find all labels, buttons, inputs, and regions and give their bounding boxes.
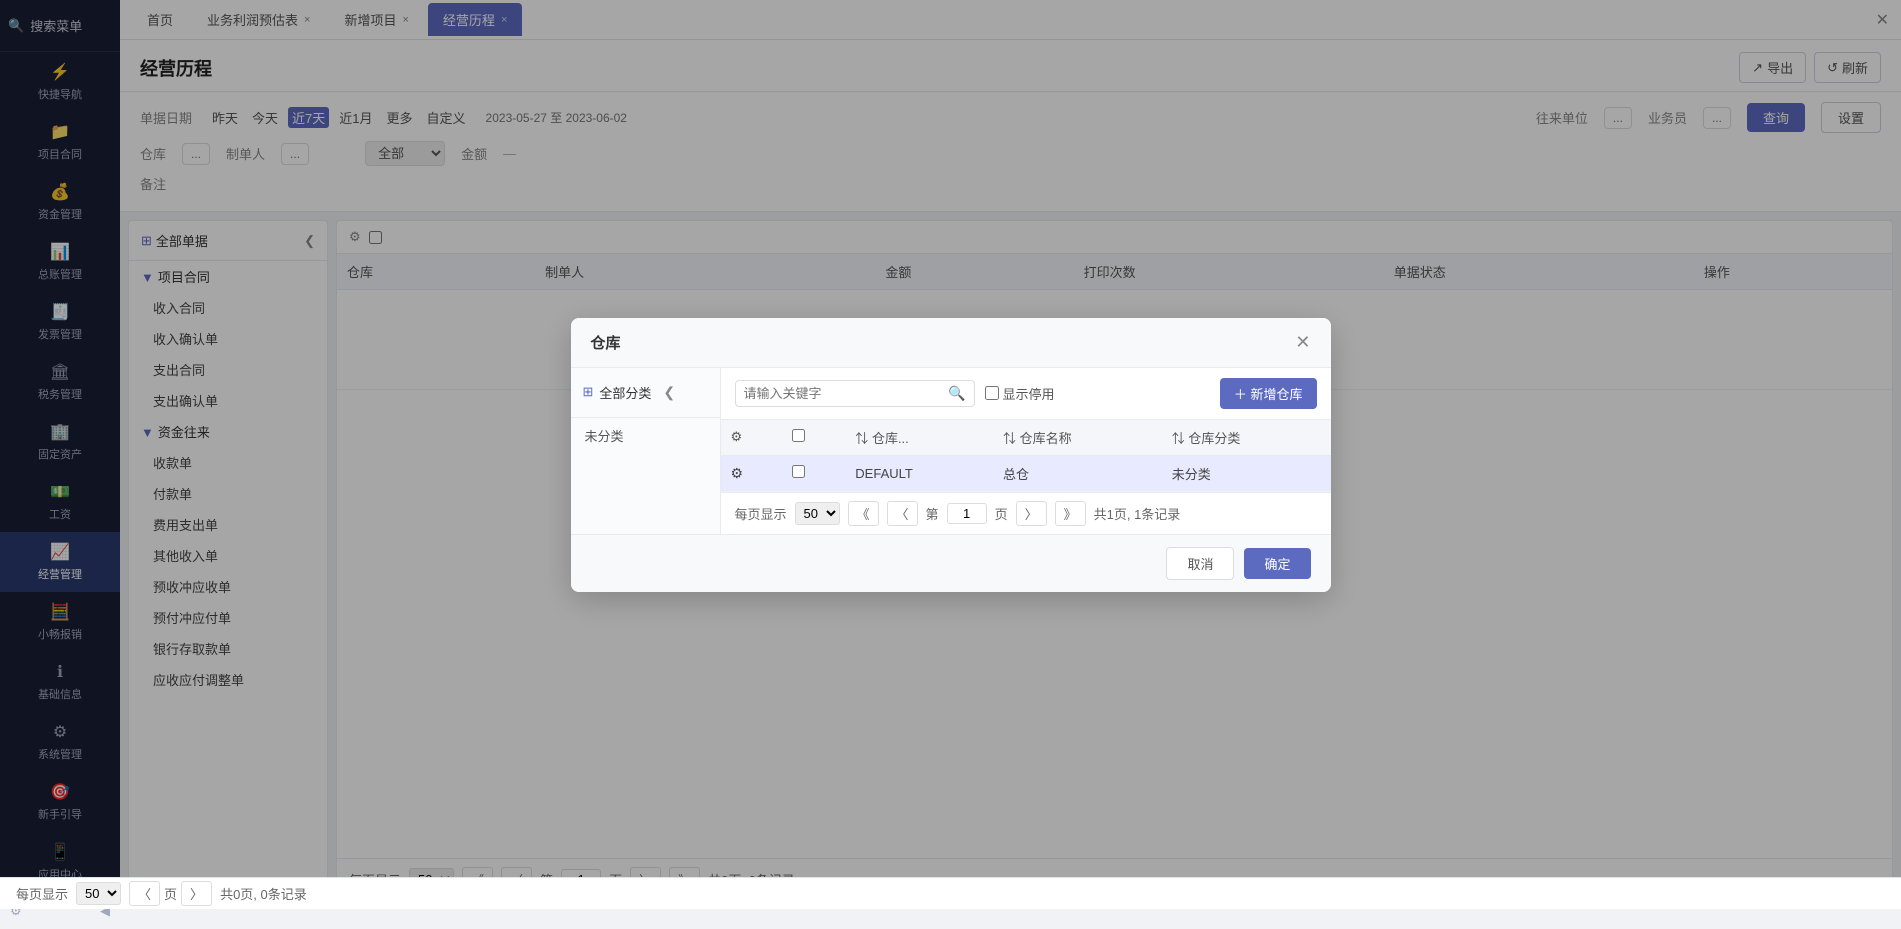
col-category: ⇅ 仓库分类 [1162, 420, 1331, 456]
sort-icon-code: ⇅ [855, 431, 868, 446]
modal-page-size-label: 每页显示 [735, 504, 787, 523]
modal-sidebar: ⊞ 全部分类 ❮ 未分类 [571, 368, 721, 534]
taskbar-prev-btn[interactable]: 〈 [129, 881, 160, 906]
modal-sidebar-collapse-icon[interactable]: ❮ [657, 378, 681, 407]
warehouse-table: ⚙ ⇅ 仓库... ⇅ 仓库名称 [721, 420, 1331, 492]
modal-first-btn[interactable]: 《 [848, 501, 879, 526]
modal-page-input[interactable] [947, 503, 987, 524]
taskbar-page-size-select[interactable]: 50 [76, 882, 121, 905]
warehouse-modal: 仓库 ✕ ⊞ 全部分类 ❮ 未分类 🔍 [571, 318, 1331, 592]
col-name: ⇅ 仓库名称 [993, 420, 1162, 456]
row-checkbox[interactable] [782, 455, 845, 491]
show-disabled-checkbox[interactable] [985, 386, 999, 400]
modal-toolbar: 🔍 显示停用 ＋ 新增仓库 [721, 368, 1331, 420]
modal-search-input[interactable] [744, 386, 949, 401]
show-disabled-label: 显示停用 [985, 384, 1055, 403]
modal-table-area: ⚙ ⇅ 仓库... ⇅ 仓库名称 [721, 420, 1331, 492]
modal-total-label: 共1页, 1条记录 [1094, 504, 1181, 523]
modal-title: 仓库 [591, 332, 621, 353]
taskbar-page-label: 页 [164, 884, 177, 903]
taskbar-page-size-label: 每页显示 [16, 884, 68, 903]
taskbar: 每页显示 50 〈 页 〉 共0页, 0条记录 [0, 877, 1901, 909]
cancel-button[interactable]: 取消 [1166, 547, 1234, 580]
col-checkbox [782, 420, 845, 456]
modal-last-btn[interactable]: 》 [1055, 501, 1086, 526]
modal-main: 🔍 显示停用 ＋ 新增仓库 ⚙ [721, 368, 1331, 534]
add-warehouse-button[interactable]: ＋ 新增仓库 [1220, 378, 1317, 409]
col-code: ⇅ 仓库... [845, 420, 993, 456]
modal-sidebar-title: 全部分类 [599, 383, 651, 402]
taskbar-next-btn[interactable]: 〉 [181, 881, 212, 906]
table-row[interactable]: ⚙ DEFAULT 总仓 未分类 [721, 455, 1331, 491]
modal-page-size-select[interactable]: 50 [795, 502, 840, 525]
modal-close-icon[interactable]: ✕ [1295, 332, 1310, 353]
modal-search-icon: 🔍 [948, 385, 965, 402]
row-name: 总仓 [993, 455, 1162, 491]
row-category: 未分类 [1162, 455, 1331, 491]
col-gear: ⚙ [721, 420, 783, 456]
modal-footer: 取消 确定 [571, 534, 1331, 592]
modal-sidebar-item-unclassified[interactable]: 未分类 [571, 418, 720, 453]
modal-next-btn[interactable]: 〉 [1016, 501, 1047, 526]
grid-icon-modal: ⊞ [583, 384, 594, 400]
gear-icon[interactable]: ⚙ [731, 429, 743, 444]
modal-search-box: 🔍 [735, 380, 975, 407]
modal-overlay[interactable]: 仓库 ✕ ⊞ 全部分类 ❮ 未分类 🔍 [0, 0, 1901, 909]
sort-icon-cat: ⇅ [1172, 431, 1185, 446]
taskbar-total: 共0页, 0条记录 [220, 884, 307, 903]
modal-page-suffix: 页 [995, 504, 1008, 523]
modal-header: 仓库 ✕ [571, 318, 1331, 368]
sort-icon-name: ⇅ [1003, 431, 1016, 446]
row-gear[interactable]: ⚙ [721, 455, 783, 491]
modal-page-label: 第 [926, 504, 939, 523]
modal-prev-btn[interactable]: 〈 [887, 501, 918, 526]
table-select-all[interactable] [792, 429, 805, 442]
row-code: DEFAULT [845, 455, 993, 491]
modal-sidebar-header: ⊞ 全部分类 ❮ [571, 368, 720, 418]
modal-body: ⊞ 全部分类 ❮ 未分类 🔍 显示停用 ＋ 新增仓库 [571, 368, 1331, 534]
confirm-button[interactable]: 确定 [1244, 548, 1310, 579]
modal-pagination: 每页显示 50 《 〈 第 页 〉 》 共1页, 1条记录 [721, 492, 1331, 534]
